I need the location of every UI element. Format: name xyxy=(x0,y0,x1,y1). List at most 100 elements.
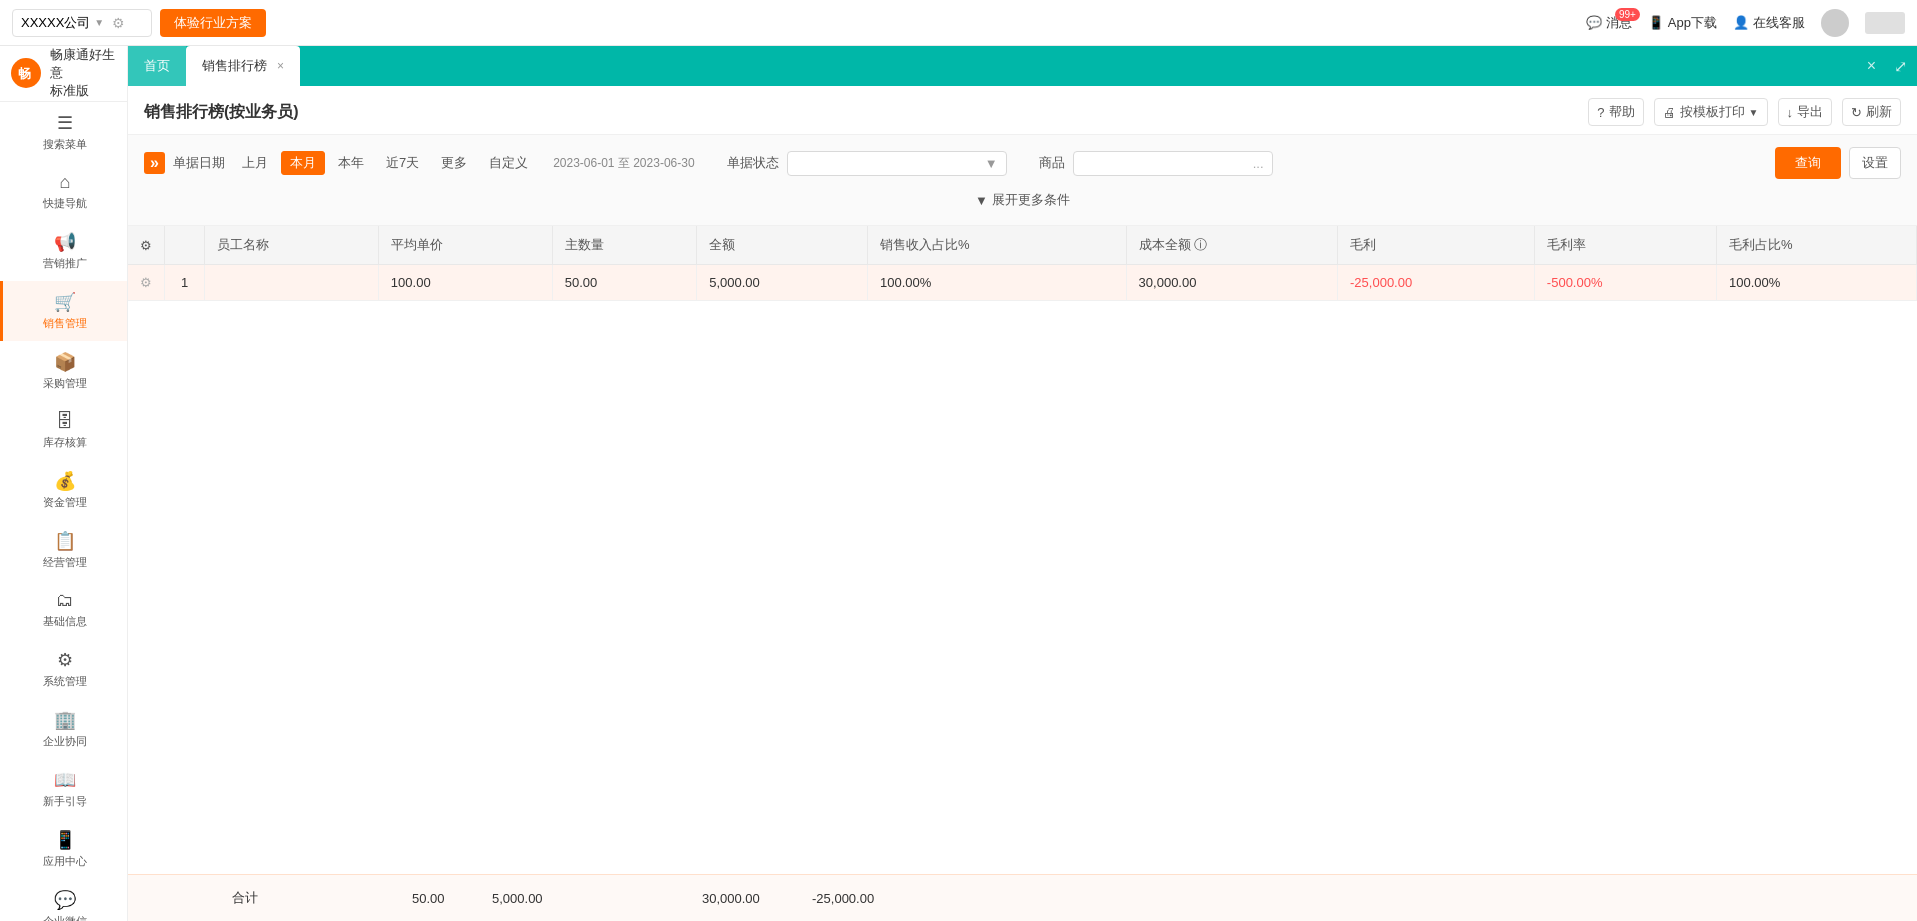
settings-button[interactable]: 设置 xyxy=(1849,147,1901,179)
sidebar-label-finance: 资金管理 xyxy=(43,495,87,510)
status-label: 单据状态 xyxy=(727,154,779,172)
main-layout: 畅 畅康通好生意 标准版 ☰ 搜索菜单 ⌂ 快捷导航 📢 营销推广 🛒 销售管理… xyxy=(0,46,1917,921)
app-download-button[interactable]: 📱 App下载 xyxy=(1648,14,1717,32)
sidebar-item-corp[interactable]: 🏢 企业协同 xyxy=(0,699,127,759)
company-selector[interactable]: XXXXX公司 ▼ ⚙ xyxy=(12,9,152,37)
sidebar-icon-basic: 🗂 xyxy=(56,590,74,611)
footer-cost: 30,000.00 xyxy=(690,885,800,912)
settings-icon[interactable]: ⚙ xyxy=(112,15,125,31)
date-label: 单据日期 xyxy=(173,154,225,172)
cell-cost: 30,000.00 xyxy=(1126,265,1337,301)
tab-bar: 首页 销售排行榜 × × ⤢ xyxy=(128,46,1917,86)
date-tab-this-month[interactable]: 本月 xyxy=(281,151,325,175)
expand-more-button[interactable]: ▼ 展开更多条件 xyxy=(975,187,1070,213)
sidebar-icon-apps: 📱 xyxy=(54,829,76,851)
status-select[interactable]: ▼ xyxy=(787,151,1007,176)
tab-close-all-icon[interactable]: × xyxy=(1859,57,1884,75)
cell-rank: 1 xyxy=(165,265,205,301)
sidebar-label-wechat: 企业微信 xyxy=(43,914,87,921)
date-tab-custom[interactable]: 自定义 xyxy=(480,151,537,175)
sidebar-item-apps[interactable]: 📱 应用中心 xyxy=(0,819,127,879)
footer-empty-1 xyxy=(140,892,220,904)
username-area[interactable] xyxy=(1865,12,1905,34)
footer-gross: -25,000.00 xyxy=(800,885,910,912)
print-button[interactable]: 🖨 按模板打印 ▼ xyxy=(1654,98,1768,126)
sidebar-item-system[interactable]: ⚙ 系统管理 xyxy=(0,639,127,699)
cell-amount: 5,000.00 xyxy=(697,265,868,301)
sidebar-icon-operation: 📋 xyxy=(54,530,76,552)
date-tab-this-year[interactable]: 本年 xyxy=(329,151,373,175)
tab-home[interactable]: 首页 xyxy=(128,46,186,86)
refresh-button[interactable]: ↻ 刷新 xyxy=(1842,98,1901,126)
tab-close-icon[interactable]: × xyxy=(277,59,284,73)
sidebar-label-sales: 销售管理 xyxy=(43,316,87,331)
sidebar-item-operation[interactable]: 📋 经营管理 xyxy=(0,520,127,580)
cell-name xyxy=(205,265,379,301)
date-tabs: 上月本月本年近7天更多自定义 xyxy=(233,151,537,175)
filter-arrow-icon[interactable]: » xyxy=(144,152,165,174)
cell-gross: -25,000.00 xyxy=(1338,265,1535,301)
sidebar-item-basic[interactable]: 🗂 基础信息 xyxy=(0,580,127,639)
chevron-down-icon: ▼ xyxy=(94,17,104,28)
help-button[interactable]: ? 帮助 xyxy=(1588,98,1643,126)
col-header-gross_pct: 毛利占比% xyxy=(1716,226,1916,265)
sidebar-item-sales[interactable]: 🛒 销售管理 xyxy=(0,281,127,341)
sidebar-item-inventory[interactable]: 🗄 库存核算 xyxy=(0,401,127,460)
app-icon: 📱 xyxy=(1648,15,1664,30)
trial-button[interactable]: 体验行业方案 xyxy=(160,9,266,37)
sidebar-item-guide[interactable]: 📖 新手引导 xyxy=(0,759,127,819)
col-header-sales_pct: 销售收入占比% xyxy=(867,226,1126,265)
goods-ellipsis: ... xyxy=(1253,156,1264,171)
cell-main_qty: 50.00 xyxy=(552,265,697,301)
sidebar-item-marketing[interactable]: 📢 营销推广 xyxy=(0,221,127,281)
content-area: 首页 销售排行榜 × × ⤢ 销售排行榜(按业务员) ? 帮助 xyxy=(128,46,1917,921)
sidebar-item-purchase[interactable]: 📦 采购管理 xyxy=(0,341,127,401)
goods-input[interactable]: ... xyxy=(1073,151,1273,176)
tab-maximize-icon[interactable]: ⤢ xyxy=(1884,57,1917,76)
avatar[interactable] xyxy=(1821,9,1849,37)
sidebar-label-apps: 应用中心 xyxy=(43,854,87,869)
online-service-label: 在线客服 xyxy=(1753,14,1805,32)
query-button[interactable]: 查询 xyxy=(1775,147,1841,179)
date-filter: » 单据日期 上月本月本年近7天更多自定义 2023-06-01 至 2023-… xyxy=(144,151,695,175)
col-header-amount: 全额 xyxy=(697,226,868,265)
table-footer: 合计 50.00 5,000.00 30,000.00 -25,000.00 xyxy=(128,874,1917,921)
sidebar-icon-system: ⚙ xyxy=(57,649,73,671)
sidebar-label-marketing: 营销推广 xyxy=(43,256,87,271)
tab-sales-rank[interactable]: 销售排行榜 × xyxy=(186,46,300,86)
sidebar: 畅 畅康通好生意 标准版 ☰ 搜索菜单 ⌂ 快捷导航 📢 营销推广 🛒 销售管理… xyxy=(0,46,128,921)
sidebar-icon-marketing: 📢 xyxy=(54,231,76,253)
sidebar-item-wechat[interactable]: 💬 企业微信 xyxy=(0,879,127,921)
online-service-button[interactable]: 👤 在线客服 xyxy=(1733,14,1805,32)
page-actions: ? 帮助 🖨 按模板打印 ▼ ↓ 导出 ↻ 刷新 xyxy=(1588,98,1901,126)
footer-gross-rate xyxy=(910,892,1010,904)
message-button[interactable]: 💬 消息 99+ xyxy=(1586,14,1632,32)
export-button[interactable]: ↓ 导出 xyxy=(1778,98,1833,126)
collapse-icon-area[interactable]: » xyxy=(144,152,165,174)
sidebar-item-finance[interactable]: 💰 资金管理 xyxy=(0,460,127,520)
message-icon: 💬 xyxy=(1586,15,1602,30)
logo-text: 畅康通好生意 标准版 xyxy=(50,46,117,101)
footer-amount: 5,000.00 xyxy=(480,885,580,912)
page-header: 销售排行榜(按业务员) ? 帮助 🖨 按模板打印 ▼ ↓ 导出 xyxy=(128,86,1917,135)
cell-sales_pct: 100.00% xyxy=(867,265,1126,301)
help-icon: ? xyxy=(1597,105,1604,120)
sidebar-item-search-order[interactable]: ☰ 搜索菜单 xyxy=(0,102,127,162)
footer-gross-pct xyxy=(1010,892,1090,904)
goods-label: 商品 xyxy=(1039,154,1065,172)
print-dropdown-icon: ▼ xyxy=(1749,107,1759,118)
col-header-gross_rate: 毛利率 xyxy=(1534,226,1716,265)
top-right-area: 💬 消息 99+ 📱 App下载 👤 在线客服 xyxy=(1586,9,1905,37)
date-tab-more[interactable]: 更多 xyxy=(432,151,476,175)
sidebar-icon-search-order: ☰ xyxy=(57,112,73,134)
sidebar-item-quick-nav[interactable]: ⌂ 快捷导航 xyxy=(0,162,127,221)
date-tab-7days[interactable]: 近7天 xyxy=(377,151,428,175)
status-arrow-icon: ▼ xyxy=(985,156,998,171)
col-header-main_qty: 主数量 xyxy=(552,226,697,265)
footer-label: 合计 xyxy=(220,883,280,913)
date-tab-last-month[interactable]: 上月 xyxy=(233,151,277,175)
table-body: ⚙1100.0050.005,000.00100.00%30,000.00-25… xyxy=(128,265,1917,301)
tab-home-label: 首页 xyxy=(144,57,170,75)
col-header-settings[interactable]: ⚙ xyxy=(128,226,165,265)
table-head: ⚙员工名称平均单价主数量全额销售收入占比%成本全额 ⓘ毛利毛利率毛利占比% xyxy=(128,226,1917,265)
